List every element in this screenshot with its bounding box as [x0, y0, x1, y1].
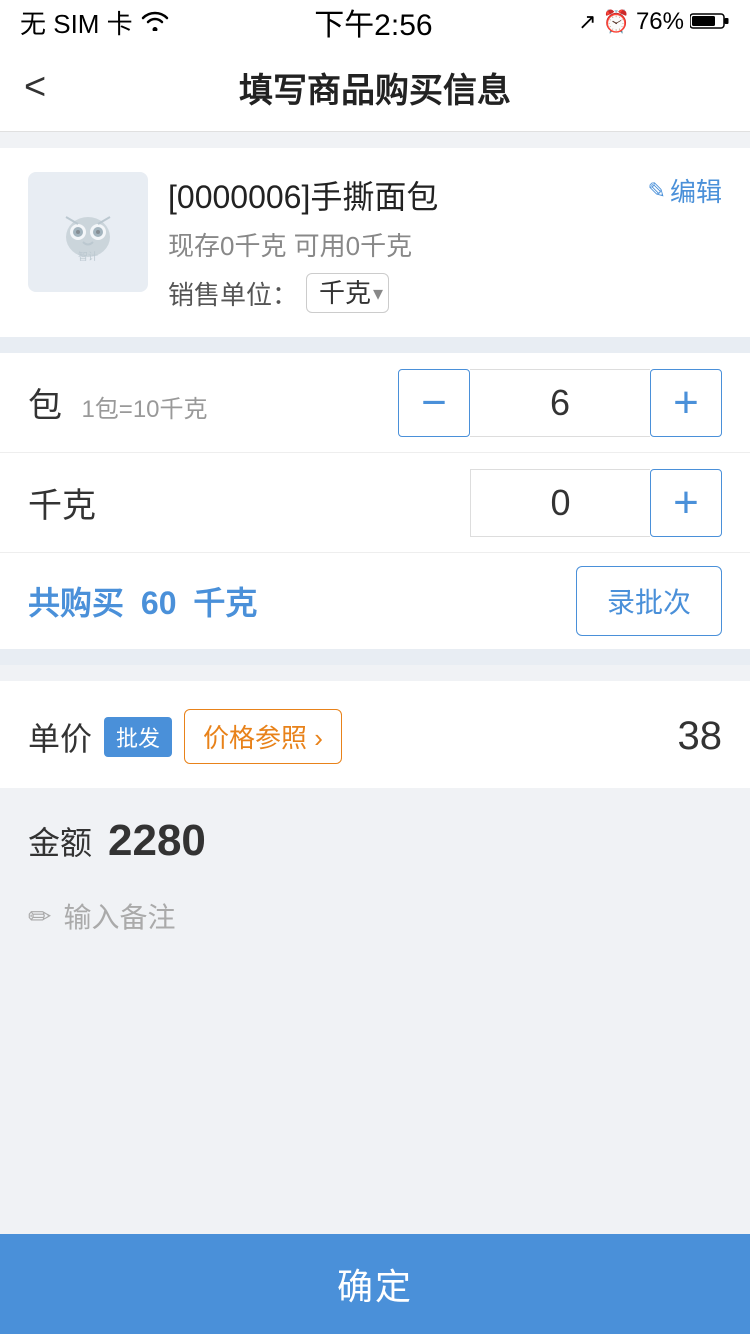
amount-section: 金额 2280 ✏ 输入备注 — [0, 788, 750, 1146]
amount-block: 金额 2280 ✏ 输入备注 — [28, 816, 722, 946]
product-section: 智计 [0000006]手撕面包 ✎ 编辑 现存0千克 可用0千克 销售单位： … — [0, 148, 750, 337]
pack-qty-input[interactable] — [470, 369, 650, 437]
svg-text:智计: 智计 — [78, 250, 98, 262]
battery-text: 76% — [636, 8, 684, 36]
kg-row: 千克 + — [0, 453, 750, 553]
amount-value: 2280 — [108, 816, 206, 866]
unit-select-wrap[interactable]: 千克 — [306, 273, 389, 313]
wifi-icon — [141, 7, 169, 38]
divider-2 — [0, 649, 750, 665]
product-image: 智计 — [28, 172, 148, 292]
input-section: 包 1包=10千克 − + 千克 + — [0, 353, 750, 553]
remark-row[interactable]: ✏ 输入备注 — [28, 886, 722, 946]
location-icon: ↗ — [578, 9, 596, 35]
pack-minus-btn[interactable]: − — [398, 369, 470, 437]
pack-row: 包 1包=10千克 − + — [0, 353, 750, 453]
price-label: 单价 — [28, 714, 92, 760]
carrier-text: 无 SIM 卡 — [20, 4, 133, 41]
product-unit: 销售单位： 千克 — [168, 273, 722, 313]
amount-label: 金额 — [28, 818, 92, 864]
kg-plus-btn[interactable]: + — [650, 469, 722, 537]
kg-label: 千克 — [28, 478, 470, 527]
page-title: 填写商品购买信息 — [239, 63, 511, 112]
total-label: 共购买 60 千克 — [28, 578, 257, 624]
divider-1 — [0, 337, 750, 353]
status-time: 下午2:56 — [314, 0, 432, 44]
batch-button[interactable]: 录批次 — [576, 566, 722, 636]
pack-label: 包 1包=10千克 — [28, 378, 398, 427]
price-section: 单价 批发 价格参照 › 38 — [0, 681, 750, 788]
status-right: ↗ ⏰ 76% — [578, 7, 730, 38]
total-amount: 60 — [141, 585, 177, 621]
status-bar: 无 SIM 卡 下午2:56 ↗ ⏰ 76% — [0, 0, 750, 44]
alarm-icon: ⏰ — [603, 9, 630, 35]
amount-row: 金额 2280 — [28, 816, 722, 866]
edit-button[interactable]: ✎ 编辑 — [648, 172, 722, 209]
pack-plus-btn[interactable]: + — [650, 369, 722, 437]
price-row: 单价 批发 价格参照 › 38 — [28, 709, 722, 764]
back-button[interactable]: < — [24, 66, 46, 109]
product-stock: 现存0千克 可用0千克 — [168, 226, 722, 263]
price-value: 38 — [678, 714, 723, 759]
pack-qty-control: − + — [398, 369, 722, 437]
product-name: [0000006]手撕面包 — [168, 172, 438, 218]
pack-sub: 1包=10千克 — [81, 396, 207, 423]
nav-bar: < 填写商品购买信息 — [0, 44, 750, 132]
remark-placeholder: 输入备注 — [63, 896, 175, 936]
battery-icon — [690, 7, 730, 38]
total-row: 共购买 60 千克 录批次 — [0, 553, 750, 649]
price-tag: 批发 — [104, 717, 172, 757]
price-left: 单价 批发 价格参照 › — [28, 709, 342, 764]
status-left: 无 SIM 卡 — [20, 4, 169, 41]
unit-select[interactable]: 千克 — [306, 273, 389, 313]
confirm-button[interactable]: 确定 — [0, 1234, 750, 1334]
remark-icon: ✏ — [28, 900, 51, 933]
kg-qty-control: + — [470, 469, 722, 537]
kg-qty-input[interactable] — [470, 469, 650, 537]
product-info: [0000006]手撕面包 ✎ 编辑 现存0千克 可用0千克 销售单位： 千克 — [168, 172, 722, 313]
price-ref-button[interactable]: 价格参照 › — [184, 709, 342, 764]
